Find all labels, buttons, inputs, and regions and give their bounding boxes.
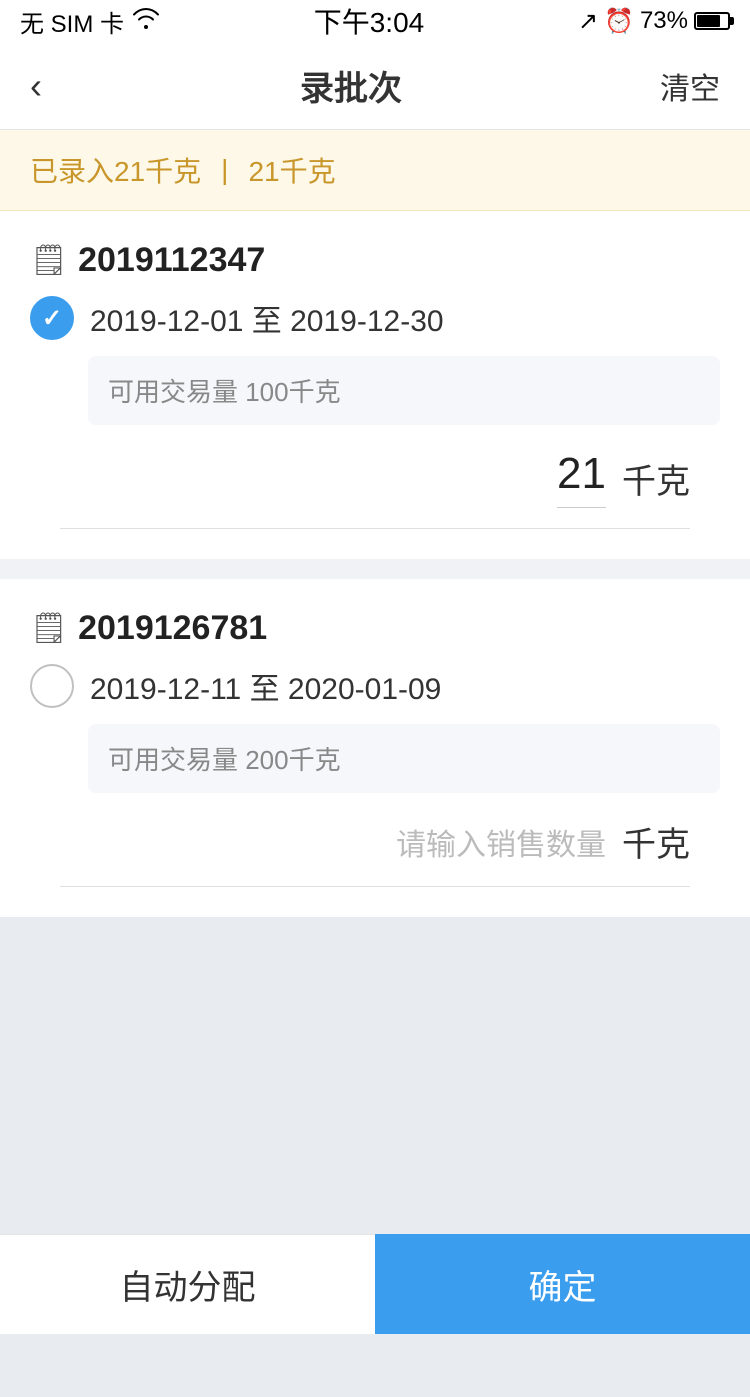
card1-date-range: 2019-12-01 至 2019-12-30 (90, 296, 444, 340)
clear-button[interactable]: 清空 (660, 64, 720, 108)
batch-card-2: 🗒 2019126781 2019-12-11 至 2020-01-09 可用交… (0, 579, 750, 917)
card1-input-value[interactable]: 21 (557, 449, 606, 508)
sim-text: 无 SIM 卡 (20, 4, 124, 39)
card1-input-unit: 千克 (622, 454, 690, 503)
location-icon: ↗ (578, 7, 598, 36)
card1-radio[interactable] (30, 296, 74, 340)
auto-distribute-button[interactable]: 自动分配 (0, 1234, 375, 1334)
back-button[interactable]: ‹ (30, 65, 42, 107)
card1-icon: 🗒 (30, 243, 68, 278)
card2-input-placeholder: 请输入销售数量 (396, 820, 606, 864)
total-label: 21千克 (248, 150, 335, 190)
recorded-label: 已录入21千克 (30, 150, 201, 190)
battery-percent: 73% (640, 7, 688, 35)
card2-radio[interactable] (30, 664, 74, 708)
card2-icon: 🗒 (30, 611, 68, 646)
info-banner: 已录入21千克 | 21千克 (0, 130, 750, 211)
status-bar: 无 SIM 卡 下午3:04 ↗ ⏰ 73% (0, 0, 750, 42)
status-time: 下午3:04 (314, 1, 425, 41)
status-right: ↗ ⏰ 73% (578, 7, 730, 36)
banner-divider: | (221, 154, 228, 186)
card1-id: 2019112347 (78, 241, 265, 280)
card2-date-range: 2019-12-11 至 2020-01-09 (90, 664, 441, 708)
card1-availability: 可用交易量 100千克 (88, 356, 720, 425)
card2-id: 2019126781 (78, 609, 267, 648)
card2-input-unit: 千克 (622, 817, 690, 866)
confirm-button[interactable]: 确定 (375, 1234, 750, 1334)
status-left: 无 SIM 卡 (20, 4, 160, 39)
nav-bar: ‹ 录批次 清空 (0, 42, 750, 130)
batch-card-1: 🗒 2019112347 2019-12-01 至 2019-12-30 可用交… (0, 211, 750, 559)
wifi-icon (132, 7, 160, 36)
card2-availability: 可用交易量 200千克 (88, 724, 720, 793)
alarm-icon: ⏰ (604, 7, 634, 36)
battery-icon (694, 12, 730, 30)
bottom-bar: 自动分配 确定 (0, 1234, 750, 1334)
page-title: 录批次 (300, 61, 402, 110)
